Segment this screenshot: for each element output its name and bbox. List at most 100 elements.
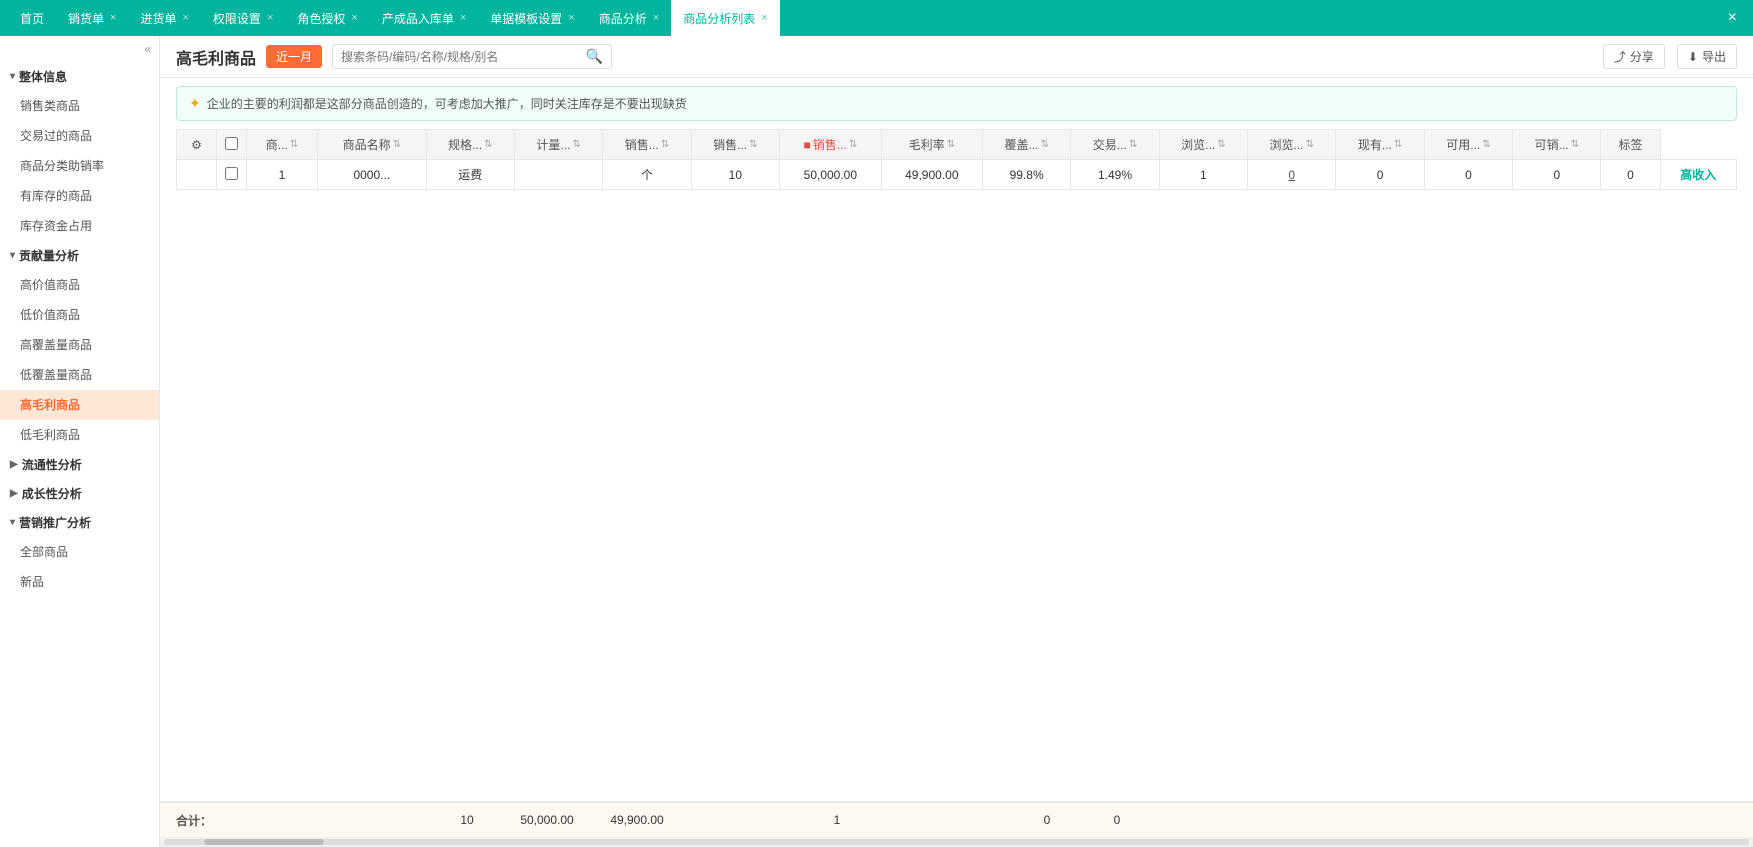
data-table: ⚙ 商... ⇅: [176, 129, 1737, 190]
col-unit[interactable]: 计量... ⇅: [514, 130, 602, 160]
col-trade-count[interactable]: 交易... ⇅: [1071, 130, 1159, 160]
filter-button[interactable]: 近一月: [266, 45, 322, 68]
row-gross-margin: 99.8%: [982, 160, 1070, 190]
page-title: 高毛利商品: [176, 45, 256, 69]
export-button[interactable]: ⬇ 导出: [1677, 44, 1737, 69]
col-code[interactable]: 商... ⇅: [246, 130, 317, 160]
chevron-right-icon: ▶: [10, 488, 18, 499]
bottom-scrollbar[interactable]: [160, 837, 1753, 847]
main-layout: « ▾ 整体信息 销售类商品 交易过的商品 商品分类助销率 有库存的商品 库存资…: [0, 36, 1753, 847]
sidebar-item-low-value[interactable]: 低价值商品: [0, 300, 159, 330]
nav-close-all-button[interactable]: ×: [1720, 5, 1745, 31]
col-name[interactable]: 商品名称 ⇅: [318, 130, 427, 160]
sidebar-item-high-value[interactable]: 高价值商品: [0, 270, 159, 300]
sidebar-group-growth[interactable]: ▶ 成长性分析: [0, 479, 159, 508]
row-spec: [514, 160, 602, 190]
content-header: 高毛利商品 近一月 🔍 ⤴ 分享 ⬇ 导出: [160, 36, 1753, 78]
nav-tab-role[interactable]: 角色授权 ×: [285, 0, 369, 36]
sort-icon: ⇅: [290, 139, 298, 150]
col-available[interactable]: 可用... ⇅: [1424, 130, 1512, 160]
close-icon[interactable]: ×: [568, 12, 574, 24]
footer-total: 合计： 10 50,000.00 49,900.00 1 0 0: [160, 801, 1753, 837]
nav-tab-sales[interactable]: 销货单 ×: [56, 0, 128, 36]
col-sales-amt[interactable]: 销售... ⇅: [691, 130, 779, 160]
nav-tab-warehouse[interactable]: 产成品入库单 ×: [370, 0, 478, 36]
row-sales-qty: 10: [691, 160, 779, 190]
nav-tab-permission[interactable]: 权限设置 ×: [201, 0, 285, 36]
sort-icon: ⇅: [849, 139, 857, 150]
search-icon[interactable]: 🔍: [586, 48, 603, 65]
total-available: 0: [1082, 813, 1152, 827]
nav-tab-purchase[interactable]: 进货单 ×: [128, 0, 200, 36]
close-icon[interactable]: ×: [761, 12, 767, 24]
sidebar-group-liquidity[interactable]: ▶ 流通性分析: [0, 450, 159, 479]
sidebar-group-contribution[interactable]: ▾ 贡献量分析: [0, 241, 159, 270]
sidebar-collapse-button[interactable]: «: [0, 36, 159, 62]
sort-icon: ⇅: [393, 139, 401, 150]
sidebar-item-category-assist[interactable]: 商品分类助销率: [0, 151, 159, 181]
table-row: 1 0000... 运费 个 10 50,000.00 49,900.00 99…: [177, 160, 1737, 190]
row-coverage: 1.49%: [1071, 160, 1159, 190]
row-browse1[interactable]: 0: [1248, 160, 1336, 190]
col-browse1[interactable]: 浏览... ⇅: [1159, 130, 1247, 160]
close-icon[interactable]: ×: [351, 12, 357, 24]
row-tag: 高收入: [1660, 160, 1737, 190]
sidebar-item-low-coverage[interactable]: 低覆盖量商品: [0, 360, 159, 390]
col-spec[interactable]: 规格... ⇅: [426, 130, 514, 160]
share-button[interactable]: ⤴ 分享: [1603, 44, 1665, 69]
app-container: 首页 销货单 × 进货单 × 权限设置 × 角色授权 × 产成品入库单 × 单据…: [0, 0, 1753, 847]
nav-tab-template[interactable]: 单据模板设置 ×: [478, 0, 586, 36]
col-settings[interactable]: ⚙: [177, 130, 217, 160]
col-current-stock[interactable]: 现有... ⇅: [1336, 130, 1424, 160]
sidebar-item-high-coverage[interactable]: 高覆盖量商品: [0, 330, 159, 360]
scrollbar-thumb[interactable]: [204, 839, 324, 845]
sidebar-item-sales-goods[interactable]: 销售类商品: [0, 91, 159, 121]
row-unit: 个: [603, 160, 691, 190]
sidebar-item-new-goods[interactable]: 新品: [0, 567, 159, 597]
chevron-down-icon: ▾: [10, 517, 15, 528]
share-icon: ⤴: [1614, 48, 1626, 65]
chevron-down-icon: ▾: [10, 250, 15, 261]
row-name: 运费: [426, 160, 514, 190]
close-icon[interactable]: ×: [267, 12, 273, 24]
col-sales-qty[interactable]: 销售... ⇅: [603, 130, 691, 160]
row-trade-count: 1: [1159, 160, 1247, 190]
collapse-icon: «: [144, 42, 151, 56]
row-current-stock: 0: [1424, 160, 1512, 190]
col-sellable[interactable]: 可销... ⇅: [1513, 130, 1601, 160]
search-input[interactable]: [341, 50, 582, 64]
col-browse2[interactable]: 浏览... ⇅: [1248, 130, 1336, 160]
close-icon[interactable]: ×: [110, 12, 116, 24]
row-checkbox[interactable]: [216, 160, 246, 190]
nav-tab-analysis[interactable]: 商品分析 ×: [587, 0, 671, 36]
nav-tab-analysis-list[interactable]: 商品分析列表 ×: [671, 0, 779, 36]
sort-icon: ⇅: [749, 139, 757, 150]
sort-icon: ⇅: [1040, 139, 1048, 150]
sort-icon: ⇅: [1571, 139, 1579, 150]
total-sales-profit: 49,900.00: [592, 813, 682, 827]
col-checkbox[interactable]: [216, 130, 246, 160]
sidebar-group-marketing[interactable]: ▾ 营销推广分析: [0, 508, 159, 537]
sidebar-item-stock-capital[interactable]: 库存资金占用: [0, 211, 159, 241]
row-select-checkbox[interactable]: [225, 167, 238, 180]
sidebar-item-low-margin[interactable]: 低毛利商品: [0, 420, 159, 450]
sidebar-item-traded-goods[interactable]: 交易过的商品: [0, 121, 159, 151]
col-gross-margin[interactable]: 毛利率 ⇅: [881, 130, 982, 160]
col-sales-profit[interactable]: ■ 销售... ⇅: [780, 130, 882, 160]
sidebar-group-overview[interactable]: ▾ 整体信息: [0, 62, 159, 91]
row-available: 0: [1513, 160, 1601, 190]
total-sales-qty: 10: [432, 813, 502, 827]
col-coverage[interactable]: 覆盖... ⇅: [982, 130, 1070, 160]
close-icon[interactable]: ×: [653, 12, 659, 24]
total-label: 合计：: [176, 812, 212, 829]
chevron-right-icon: ▶: [10, 459, 18, 470]
close-icon[interactable]: ×: [182, 12, 188, 24]
col-tag: 标签: [1601, 130, 1660, 160]
nav-tab-home[interactable]: 首页: [8, 0, 56, 36]
select-all-checkbox[interactable]: [225, 137, 238, 150]
row-code: 0000...: [318, 160, 427, 190]
close-icon[interactable]: ×: [460, 12, 466, 24]
sidebar-item-stocked-goods[interactable]: 有库存的商品: [0, 181, 159, 211]
sidebar-item-all-goods[interactable]: 全部商品: [0, 537, 159, 567]
sidebar-item-high-margin[interactable]: 高毛利商品: [0, 390, 159, 420]
